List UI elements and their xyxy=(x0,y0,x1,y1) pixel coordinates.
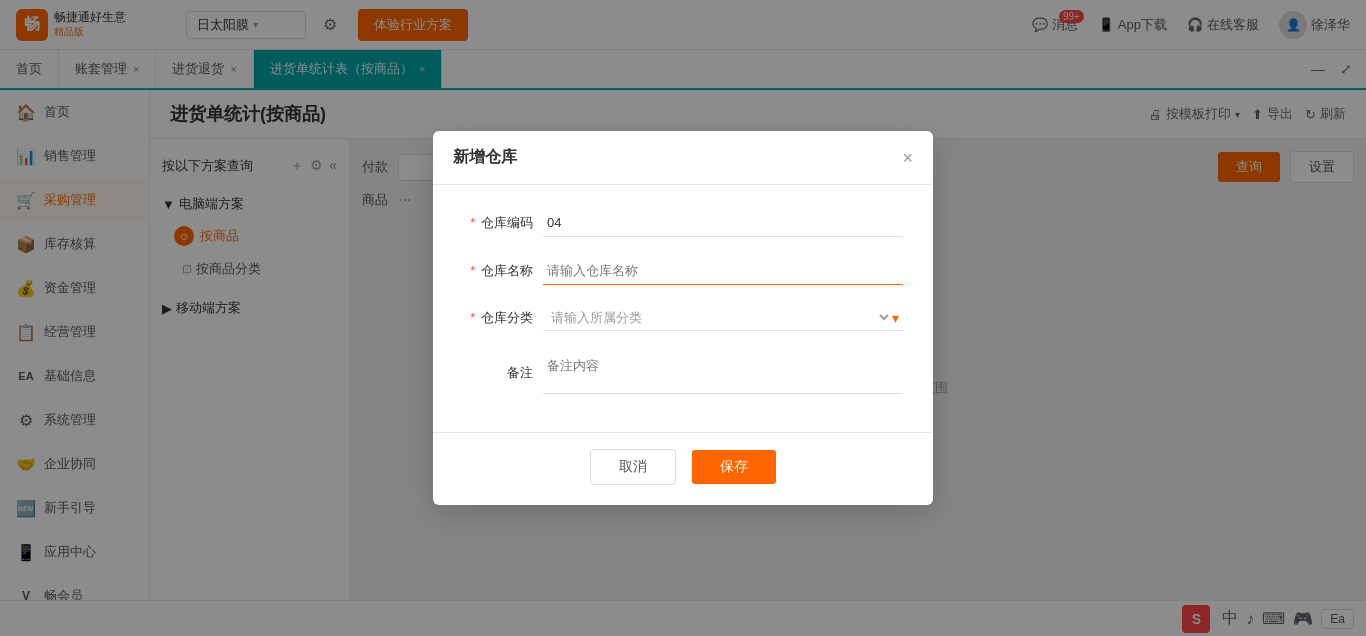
cancel-button[interactable]: 取消 xyxy=(590,449,676,485)
warehouse-name-input[interactable] xyxy=(543,257,903,285)
modal-overlay: 新增仓库 × * 仓库编码 * 仓库名称 xyxy=(0,0,1366,636)
warehouse-code-input[interactable] xyxy=(543,209,903,237)
modal-row-remark: 备注 xyxy=(463,351,903,394)
code-label: * 仓库编码 xyxy=(463,214,543,232)
modal-title: 新增仓库 xyxy=(453,147,517,168)
category-label: * 仓库分类 xyxy=(463,309,543,327)
modal-row-name: * 仓库名称 xyxy=(463,257,903,285)
modal-new-warehouse: 新增仓库 × * 仓库编码 * 仓库名称 xyxy=(433,131,933,505)
remark-label: 备注 xyxy=(463,364,543,382)
modal-row-code: * 仓库编码 xyxy=(463,209,903,237)
name-label: * 仓库名称 xyxy=(463,262,543,280)
modal-close-button[interactable]: × xyxy=(902,149,913,167)
remark-textarea[interactable] xyxy=(543,351,903,394)
modal-footer: 取消 保存 xyxy=(433,432,933,505)
modal-row-category: * 仓库分类 请输入所属分类 ▾ xyxy=(463,305,903,331)
category-select-wrap: 请输入所属分类 ▾ xyxy=(543,305,903,331)
modal-body: * 仓库编码 * 仓库名称 * 仓库分类 xyxy=(433,185,933,424)
save-button[interactable]: 保存 xyxy=(692,450,776,484)
warehouse-category-select[interactable]: 请输入所属分类 xyxy=(547,309,892,326)
category-dropdown-arrow: ▾ xyxy=(892,310,899,326)
modal-header: 新增仓库 × xyxy=(433,131,933,185)
